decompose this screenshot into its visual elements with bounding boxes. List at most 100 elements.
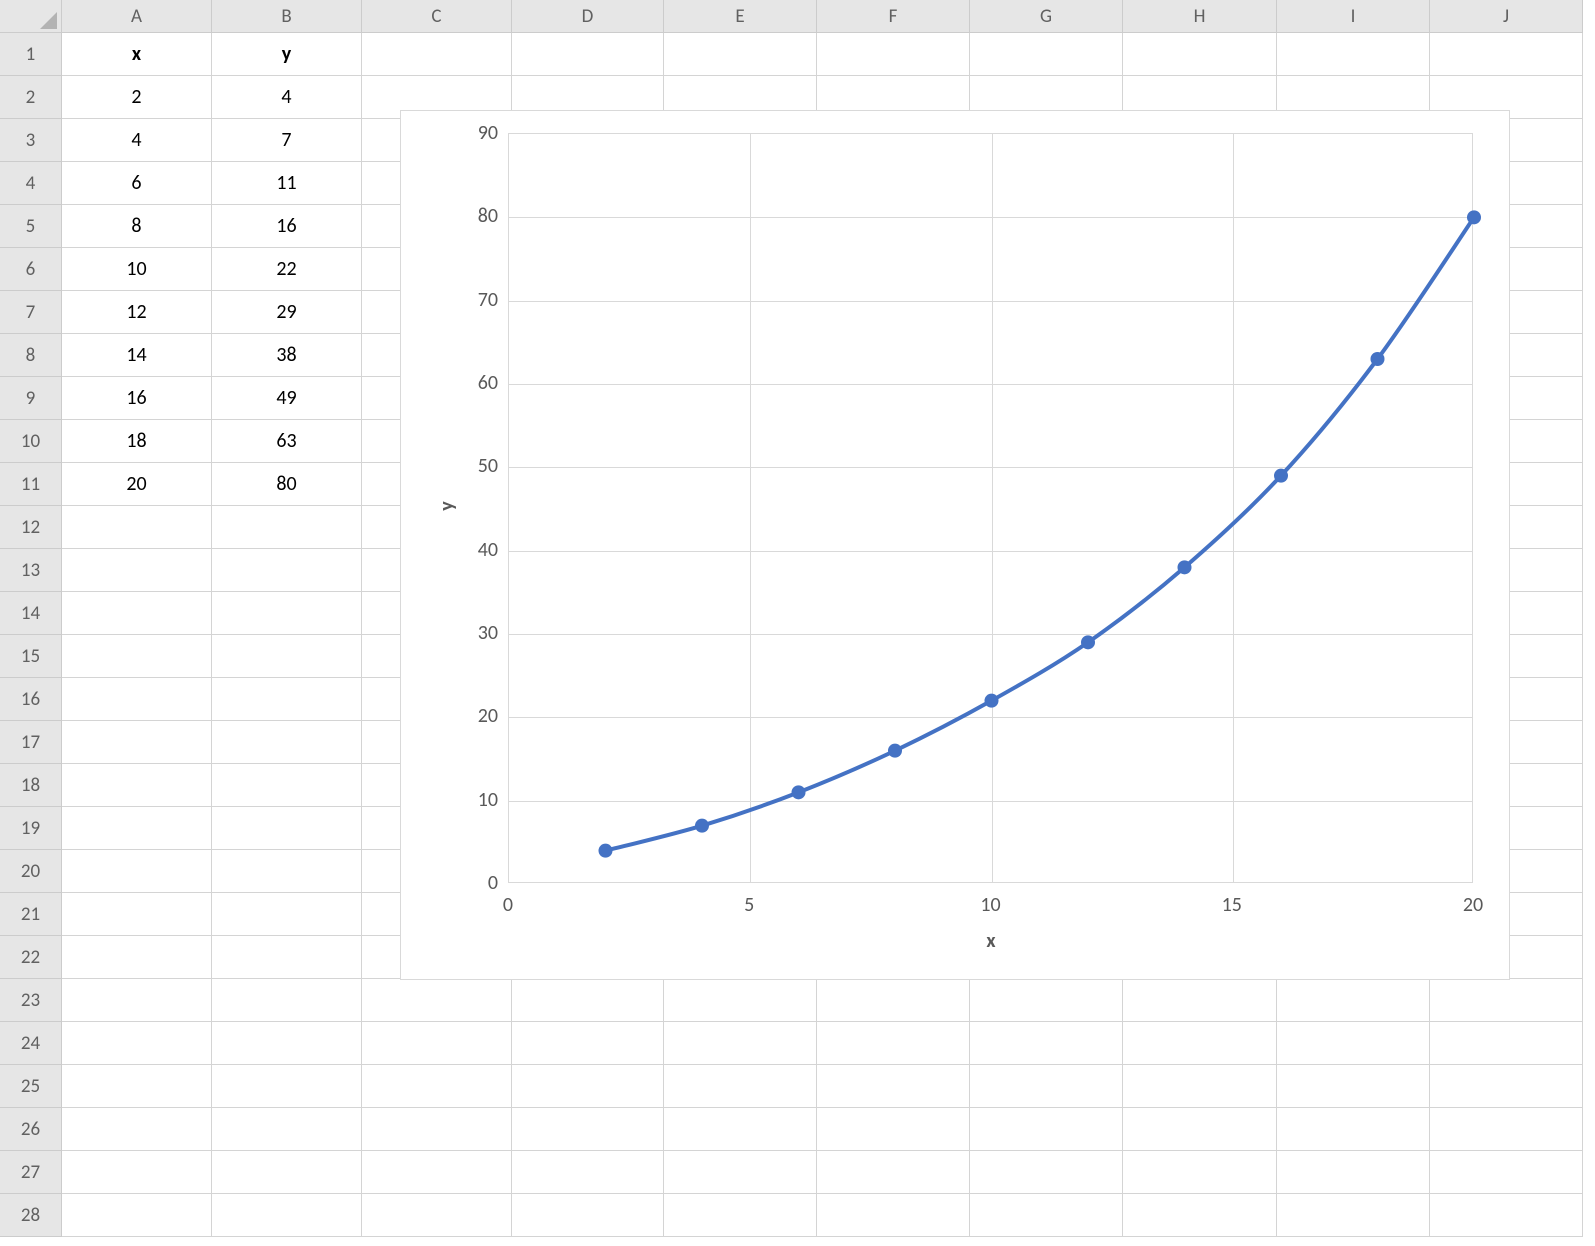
cell-B13[interactable]: [212, 549, 362, 592]
cell-H1[interactable]: [1123, 33, 1277, 76]
cell-F1[interactable]: [817, 33, 970, 76]
cell-A2[interactable]: 2: [62, 76, 212, 119]
cell-B26[interactable]: [212, 1108, 362, 1151]
cell-J23[interactable]: [1430, 979, 1583, 1022]
cell-A13[interactable]: [62, 549, 212, 592]
cell-C27[interactable]: [362, 1151, 512, 1194]
cell-H27[interactable]: [1123, 1151, 1277, 1194]
row-header-23[interactable]: 23: [0, 979, 62, 1022]
cell-B24[interactable]: [212, 1022, 362, 1065]
cell-A11[interactable]: 20: [62, 463, 212, 506]
row-header-8[interactable]: 8: [0, 334, 62, 377]
row-header-12[interactable]: 12: [0, 506, 62, 549]
cell-E23[interactable]: [664, 979, 817, 1022]
row-header-9[interactable]: 9: [0, 377, 62, 420]
cell-A10[interactable]: 18: [62, 420, 212, 463]
cell-E24[interactable]: [664, 1022, 817, 1065]
cell-C25[interactable]: [362, 1065, 512, 1108]
cell-A19[interactable]: [62, 807, 212, 850]
row-header-15[interactable]: 15: [0, 635, 62, 678]
column-header-A[interactable]: A: [62, 0, 212, 33]
cell-A9[interactable]: 16: [62, 377, 212, 420]
row-header-18[interactable]: 18: [0, 764, 62, 807]
column-header-G[interactable]: G: [970, 0, 1123, 33]
cell-I28[interactable]: [1277, 1194, 1430, 1237]
cell-I27[interactable]: [1277, 1151, 1430, 1194]
column-header-F[interactable]: F: [817, 0, 970, 33]
cell-A28[interactable]: [62, 1194, 212, 1237]
row-header-17[interactable]: 17: [0, 721, 62, 764]
cell-G28[interactable]: [970, 1194, 1123, 1237]
row-header-26[interactable]: 26: [0, 1108, 62, 1151]
cell-C26[interactable]: [362, 1108, 512, 1151]
cell-F27[interactable]: [817, 1151, 970, 1194]
cell-J26[interactable]: [1430, 1108, 1583, 1151]
cell-J24[interactable]: [1430, 1022, 1583, 1065]
cell-J27[interactable]: [1430, 1151, 1583, 1194]
cell-B17[interactable]: [212, 721, 362, 764]
column-header-I[interactable]: I: [1277, 0, 1430, 33]
row-header-13[interactable]: 13: [0, 549, 62, 592]
cell-A12[interactable]: [62, 506, 212, 549]
cell-D25[interactable]: [512, 1065, 664, 1108]
row-header-24[interactable]: 24: [0, 1022, 62, 1065]
row-header-16[interactable]: 16: [0, 678, 62, 721]
cell-B25[interactable]: [212, 1065, 362, 1108]
cell-I24[interactable]: [1277, 1022, 1430, 1065]
row-header-2[interactable]: 2: [0, 76, 62, 119]
cell-G27[interactable]: [970, 1151, 1123, 1194]
cell-C28[interactable]: [362, 1194, 512, 1237]
cell-B27[interactable]: [212, 1151, 362, 1194]
row-header-21[interactable]: 21: [0, 893, 62, 936]
chart[interactable]: y 05101520 0102030405060708090 x: [400, 110, 1510, 980]
cell-B12[interactable]: [212, 506, 362, 549]
cell-A20[interactable]: [62, 850, 212, 893]
cell-A15[interactable]: [62, 635, 212, 678]
row-header-19[interactable]: 19: [0, 807, 62, 850]
cell-D28[interactable]: [512, 1194, 664, 1237]
cell-H28[interactable]: [1123, 1194, 1277, 1237]
cell-B23[interactable]: [212, 979, 362, 1022]
cell-A8[interactable]: 14: [62, 334, 212, 377]
cell-B5[interactable]: 16: [212, 205, 362, 248]
row-header-25[interactable]: 25: [0, 1065, 62, 1108]
cell-A24[interactable]: [62, 1022, 212, 1065]
cell-J25[interactable]: [1430, 1065, 1583, 1108]
row-header-27[interactable]: 27: [0, 1151, 62, 1194]
column-header-B[interactable]: B: [212, 0, 362, 33]
row-header-4[interactable]: 4: [0, 162, 62, 205]
cell-B22[interactable]: [212, 936, 362, 979]
cell-B7[interactable]: 29: [212, 291, 362, 334]
row-header-5[interactable]: 5: [0, 205, 62, 248]
cell-F28[interactable]: [817, 1194, 970, 1237]
cell-A22[interactable]: [62, 936, 212, 979]
cell-E26[interactable]: [664, 1108, 817, 1151]
row-header-14[interactable]: 14: [0, 592, 62, 635]
cell-I1[interactable]: [1277, 33, 1430, 76]
cell-B1[interactable]: y: [212, 33, 362, 76]
cell-A18[interactable]: [62, 764, 212, 807]
select-all-corner[interactable]: [0, 0, 62, 33]
column-header-C[interactable]: C: [362, 0, 512, 33]
row-header-11[interactable]: 11: [0, 463, 62, 506]
cell-B16[interactable]: [212, 678, 362, 721]
cell-G25[interactable]: [970, 1065, 1123, 1108]
cell-H25[interactable]: [1123, 1065, 1277, 1108]
cell-B21[interactable]: [212, 893, 362, 936]
cell-A1[interactable]: x: [62, 33, 212, 76]
cell-A17[interactable]: [62, 721, 212, 764]
row-header-6[interactable]: 6: [0, 248, 62, 291]
cell-A26[interactable]: [62, 1108, 212, 1151]
cell-G24[interactable]: [970, 1022, 1123, 1065]
cell-D27[interactable]: [512, 1151, 664, 1194]
cell-B4[interactable]: 11: [212, 162, 362, 205]
cell-B3[interactable]: 7: [212, 119, 362, 162]
cell-A4[interactable]: 6: [62, 162, 212, 205]
row-header-28[interactable]: 28: [0, 1194, 62, 1237]
cell-B2[interactable]: 4: [212, 76, 362, 119]
cell-B15[interactable]: [212, 635, 362, 678]
cell-B8[interactable]: 38: [212, 334, 362, 377]
cell-A16[interactable]: [62, 678, 212, 721]
cell-B11[interactable]: 80: [212, 463, 362, 506]
cell-D24[interactable]: [512, 1022, 664, 1065]
